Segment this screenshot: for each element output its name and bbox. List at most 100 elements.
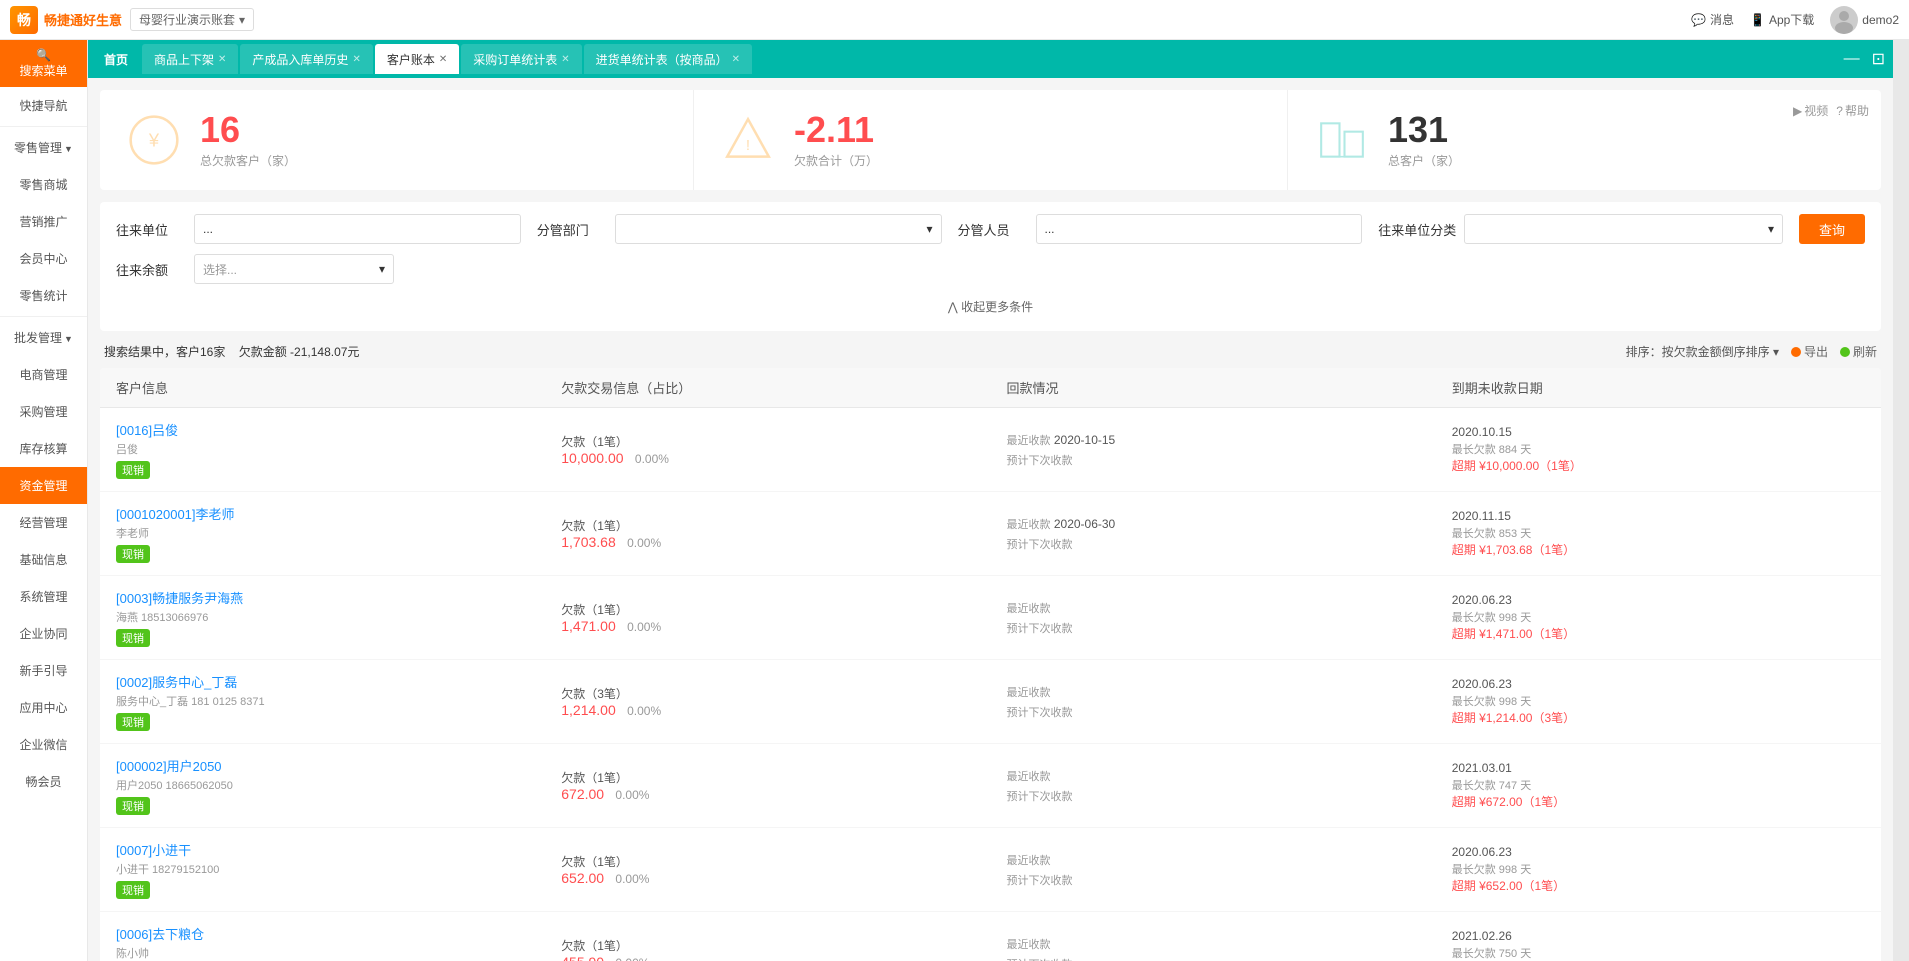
- overdue-date-0: 2020.10.15: [1452, 425, 1865, 439]
- search-button[interactable]: 查询: [1799, 214, 1865, 244]
- customer-name-6[interactable]: [0006]去下粮仓: [116, 924, 529, 943]
- debt-count-3: 欠款（3笔）: [561, 685, 974, 702]
- td-debt-2: 欠款（1笔） 1,471.00 0.00%: [545, 589, 990, 646]
- sort-selector[interactable]: 排序：按欠款金额倒序排序 ▾: [1626, 343, 1779, 360]
- overdue-amount-4[interactable]: 超期 ¥672.00（1笔）: [1452, 793, 1865, 810]
- debt-count-2: 欠款（1笔）: [561, 601, 974, 618]
- filter-balance-select[interactable]: 选择... ▾: [194, 254, 394, 284]
- tab-production[interactable]: 产成品入库单历史 ✕: [240, 44, 372, 74]
- close-icon[interactable]: ✕: [732, 54, 740, 65]
- overdue-days-2: 最长欠款 998 天: [1452, 609, 1865, 625]
- sidebar-item-new-guide[interactable]: 新手引导: [0, 652, 87, 689]
- debt-percent-1: 0.00%: [627, 536, 661, 550]
- filter-person: 分管人员 ...: [958, 214, 1363, 244]
- tab-purchase-order[interactable]: 采购订单统计表 ✕: [461, 44, 581, 74]
- th-repayment: 回款情况: [991, 368, 1436, 407]
- tab-home[interactable]: 首页: [92, 44, 140, 74]
- close-icon[interactable]: ✕: [352, 54, 360, 65]
- debt-amount-0: 10,000.00: [561, 450, 623, 466]
- overdue-days-5: 最长欠款 998 天: [1452, 861, 1865, 877]
- total-customers-number: 131: [1388, 112, 1460, 148]
- sidebar-search[interactable]: 🔍 搜索菜单: [0, 40, 87, 87]
- recent-label-3: 最近收款: [1007, 687, 1051, 699]
- sidebar-item-quicknav[interactable]: 快捷导航: [0, 87, 87, 124]
- overdue-days-3: 最长欠款 998 天: [1452, 693, 1865, 709]
- overdue-amount-1[interactable]: 超期 ¥1,703.68（1笔）: [1452, 541, 1865, 558]
- overdue-days-6: 最长欠款 750 天: [1452, 945, 1865, 961]
- customer-sub-0: 吕俊: [116, 441, 529, 457]
- debt-count-5: 欠款（1笔）: [561, 853, 974, 870]
- td-debt-4: 欠款（1笔） 672.00 0.00%: [545, 757, 990, 814]
- customer-name-2[interactable]: [0003]畅捷服务尹海燕: [116, 588, 529, 607]
- sidebar-item-vip[interactable]: 畅会员: [0, 763, 87, 800]
- customer-sub-2: 海燕 18513066976: [116, 609, 529, 625]
- filter-category: 往来单位分类 ▾: [1378, 214, 1783, 244]
- sidebar-item-app-center[interactable]: 应用中心: [0, 689, 87, 726]
- sidebar-item-ecommerce[interactable]: 电商管理: [0, 356, 87, 393]
- sidebar-item-system[interactable]: 系统管理: [0, 578, 87, 615]
- user-menu[interactable]: demo2: [1830, 6, 1899, 34]
- customer-name-1[interactable]: [0001020001]李老师: [116, 504, 529, 523]
- td-due-date-6: 2021.02.26 最长欠款 750 天 超期 ¥455.90（1笔）: [1436, 917, 1881, 961]
- customer-name-5[interactable]: [0007]小进干: [116, 840, 529, 859]
- sidebar-item-finance[interactable]: 资金管理: [0, 467, 87, 504]
- close-icon[interactable]: ✕: [561, 54, 569, 65]
- sidebar-item-retail-mall[interactable]: 零售商城: [0, 166, 87, 203]
- export-button[interactable]: 导出: [1791, 343, 1828, 360]
- overdue-amount-0[interactable]: 超期 ¥10,000.00（1笔）: [1452, 457, 1865, 474]
- stat-overdue-amount-info: -2.11 欠款合计（万）: [794, 112, 878, 169]
- customer-name-0[interactable]: [0016]吕俊: [116, 420, 529, 439]
- debt-amount-2: 1,471.00: [561, 618, 616, 634]
- avatar: [1830, 6, 1858, 34]
- main-layout: 🔍 搜索菜单 快捷导航 零售管理 零售商城 营销推广 会员中心 零售统计 批发管…: [0, 40, 1909, 961]
- filter-category-select[interactable]: ▾: [1464, 214, 1783, 244]
- app-download-button[interactable]: 📱 App下载: [1750, 11, 1814, 28]
- tab-customer-account[interactable]: 客户账本 ✕: [375, 44, 459, 74]
- overdue-amount-3[interactable]: 超期 ¥1,214.00（3笔）: [1452, 709, 1865, 726]
- td-repayment-2: 最近收款 预计下次收款: [991, 588, 1436, 648]
- customer-name-3[interactable]: [0002]服务中心_丁磊: [116, 672, 529, 691]
- sidebar-item-retail-stats[interactable]: 零售统计: [0, 277, 87, 314]
- video-button[interactable]: ▶ 视频: [1793, 102, 1828, 119]
- table-row: [000002]用户2050 用户2050 18665062050 现销 欠款（…: [100, 744, 1881, 828]
- maximize-icon[interactable]: ⊡: [1868, 49, 1889, 69]
- refresh-button[interactable]: 刷新: [1840, 343, 1877, 360]
- recent-label-5: 最近收款: [1007, 855, 1051, 867]
- overdue-amount-5[interactable]: 超期 ¥652.00（1笔）: [1452, 877, 1865, 894]
- help-button[interactable]: ? 帮助: [1836, 102, 1869, 119]
- collapse-button[interactable]: ⋀ 收起更多条件: [948, 300, 1033, 314]
- debt-percent-4: 0.00%: [615, 788, 649, 802]
- close-icon[interactable]: ✕: [218, 54, 226, 65]
- message-button[interactable]: 💬 消息: [1691, 11, 1734, 28]
- filter-dept: 分管部门 ▾: [537, 214, 942, 244]
- filter-dept-select[interactable]: ▾: [615, 214, 942, 244]
- table-row: [0007]小进干 小进干 18279152100 现销 欠款（1笔） 652.…: [100, 828, 1881, 912]
- sidebar-item-operations[interactable]: 经营管理: [0, 504, 87, 541]
- customer-name-4[interactable]: [000002]用户2050: [116, 756, 529, 775]
- sidebar-item-member[interactable]: 会员中心: [0, 240, 87, 277]
- sidebar-item-batch-mgmt[interactable]: 批发管理: [0, 319, 87, 356]
- overdue-amount-2[interactable]: 超期 ¥1,471.00（1笔）: [1452, 625, 1865, 642]
- overdue-amount-number: -2.11: [794, 112, 878, 148]
- sidebar-item-inventory[interactable]: 库存核算: [0, 430, 87, 467]
- tenant-selector[interactable]: 母婴行业演示账套 ▾: [130, 8, 254, 31]
- tab-purchase-stats[interactable]: 进货单统计表（按商品） ✕: [584, 44, 752, 74]
- customer-tag-1: 现销: [116, 545, 150, 563]
- close-icon[interactable]: ✕: [439, 54, 447, 65]
- sidebar-item-basic-info[interactable]: 基础信息: [0, 541, 87, 578]
- customer-sub-6: 陈小帅: [116, 945, 529, 961]
- filter-balance-label: 往来余额: [116, 260, 186, 279]
- sidebar-item-retail-mgmt[interactable]: 零售管理: [0, 129, 87, 166]
- debt-percent-3: 0.00%: [627, 704, 661, 718]
- filter-row-1: 往来单位 ... 分管部门 ▾: [116, 214, 1865, 244]
- filter-unit-input[interactable]: ...: [194, 214, 521, 244]
- sidebar-item-purchase[interactable]: 采购管理: [0, 393, 87, 430]
- filter-unit-label: 往来单位: [116, 220, 186, 239]
- filter-person-input[interactable]: ...: [1036, 214, 1363, 244]
- sidebar-item-wechat[interactable]: 企业微信: [0, 726, 87, 763]
- minimize-icon[interactable]: —: [1840, 50, 1864, 68]
- sidebar-item-enterprise[interactable]: 企业协同: [0, 615, 87, 652]
- sidebar-item-marketing[interactable]: 营销推广: [0, 203, 87, 240]
- debt-info-1: 1,703.68 0.00%: [561, 534, 974, 550]
- tab-products[interactable]: 商品上下架 ✕: [142, 44, 238, 74]
